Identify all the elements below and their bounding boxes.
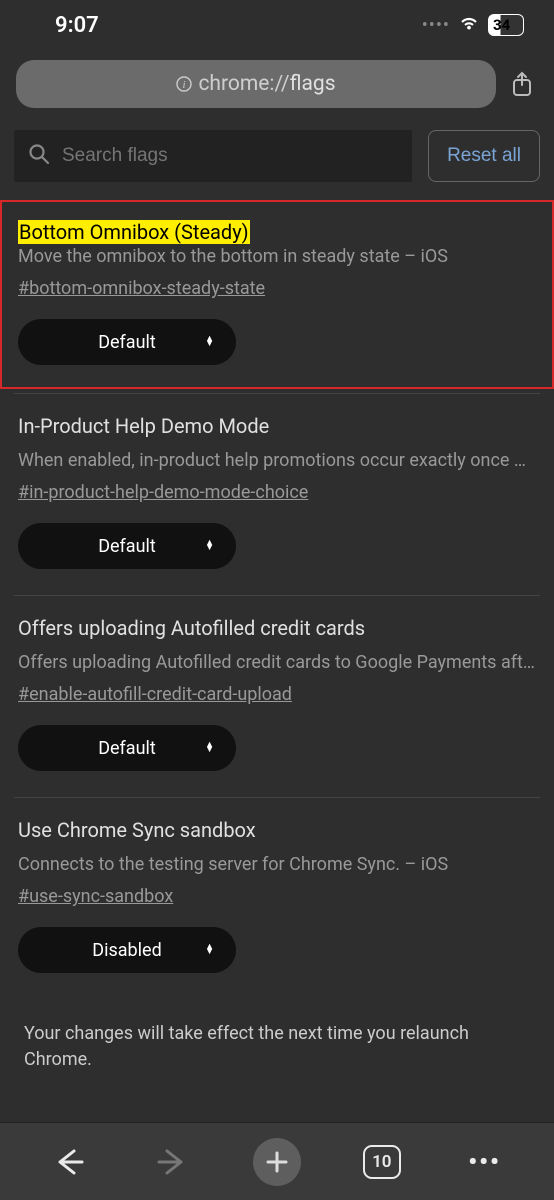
forward-button[interactable] <box>150 1140 194 1184</box>
back-button[interactable] <box>47 1140 91 1184</box>
flag-item: Offers uploading Autofilled credit cards… <box>14 600 540 793</box>
status-time: 9:07 <box>55 13 99 38</box>
battery-indicator: 34 <box>488 14 524 36</box>
chevron-updown-icon: ▲▼ <box>205 541 214 552</box>
flag-title: Offers uploading Autofilled credit cards <box>18 616 536 640</box>
flag-description: When enabled, in-product help promotions… <box>18 448 536 474</box>
search-row: Reset all <box>14 130 540 182</box>
flag-title: Bottom Omnibox (Steady) <box>18 220 250 244</box>
menu-button[interactable]: ••• <box>463 1140 507 1184</box>
more-icon: ••• <box>468 1148 501 1176</box>
chevron-updown-icon: ▲▼ <box>205 337 214 348</box>
chevron-updown-icon: ▲▼ <box>205 743 214 754</box>
search-input[interactable] <box>62 145 398 167</box>
relaunch-notice: Your changes will take effect the next t… <box>14 995 540 1099</box>
bottom-toolbar: 10 ••• <box>0 1122 554 1200</box>
chevron-updown-icon: ▲▼ <box>205 945 214 956</box>
toolbar: i chrome://flags <box>0 50 554 120</box>
flag-anchor-link[interactable]: #use-sync-sandbox <box>18 886 173 907</box>
flag-select-value: Disabled <box>92 940 161 961</box>
address-bar[interactable]: i chrome://flags <box>16 60 496 108</box>
flag-item: Use Chrome Sync sandbox Connects to the … <box>14 802 540 995</box>
flag-anchor-link[interactable]: #in-product-help-demo-mode-choice <box>18 482 308 503</box>
flag-title: Use Chrome Sync sandbox <box>18 818 536 842</box>
flag-select-value: Default <box>98 536 156 557</box>
reset-all-button[interactable]: Reset all <box>428 130 540 182</box>
flag-description: Offers uploading Autofilled credit cards… <box>18 650 536 676</box>
flag-select[interactable]: Default ▲▼ <box>18 725 236 771</box>
search-box[interactable] <box>14 130 412 182</box>
flag-anchor-link[interactable]: #bottom-omnibox-steady-state <box>18 278 265 299</box>
svg-text:i: i <box>183 79 186 91</box>
flag-select[interactable]: Default ▲▼ <box>18 523 236 569</box>
tab-count: 10 <box>363 1145 401 1179</box>
tabs-button[interactable]: 10 <box>360 1140 404 1184</box>
divider <box>14 393 540 394</box>
flag-item: Bottom Omnibox (Steady) Move the omnibox… <box>0 200 554 389</box>
divider <box>14 797 540 798</box>
flag-select[interactable]: Disabled ▲▼ <box>18 927 236 973</box>
url-scheme: chrome:// <box>198 72 289 96</box>
wifi-icon <box>458 15 480 35</box>
new-tab-button[interactable] <box>253 1138 301 1186</box>
flag-item: In-Product Help Demo Mode When enabled, … <box>14 398 540 591</box>
flag-select-value: Default <box>98 738 156 759</box>
share-button[interactable] <box>506 68 538 100</box>
flag-anchor-link[interactable]: #enable-autofill-credit-card-upload <box>18 684 292 705</box>
flag-select-value: Default <box>98 332 156 353</box>
url-path: flags <box>290 72 336 96</box>
page-content: Reset all Bottom Omnibox (Steady) Move t… <box>0 120 554 1100</box>
divider <box>14 595 540 596</box>
flag-description: Move the omnibox to the bottom in steady… <box>18 244 536 270</box>
status-bar: 9:07 •••• 34 <box>0 0 554 50</box>
flag-select[interactable]: Default ▲▼ <box>18 319 236 365</box>
status-indicators: •••• 34 <box>422 14 524 36</box>
flag-description: Connects to the testing server for Chrom… <box>18 852 536 878</box>
info-icon: i <box>176 76 192 92</box>
flag-title: In-Product Help Demo Mode <box>18 414 536 438</box>
cellular-dots-icon: •••• <box>422 15 450 36</box>
search-icon <box>28 143 50 169</box>
